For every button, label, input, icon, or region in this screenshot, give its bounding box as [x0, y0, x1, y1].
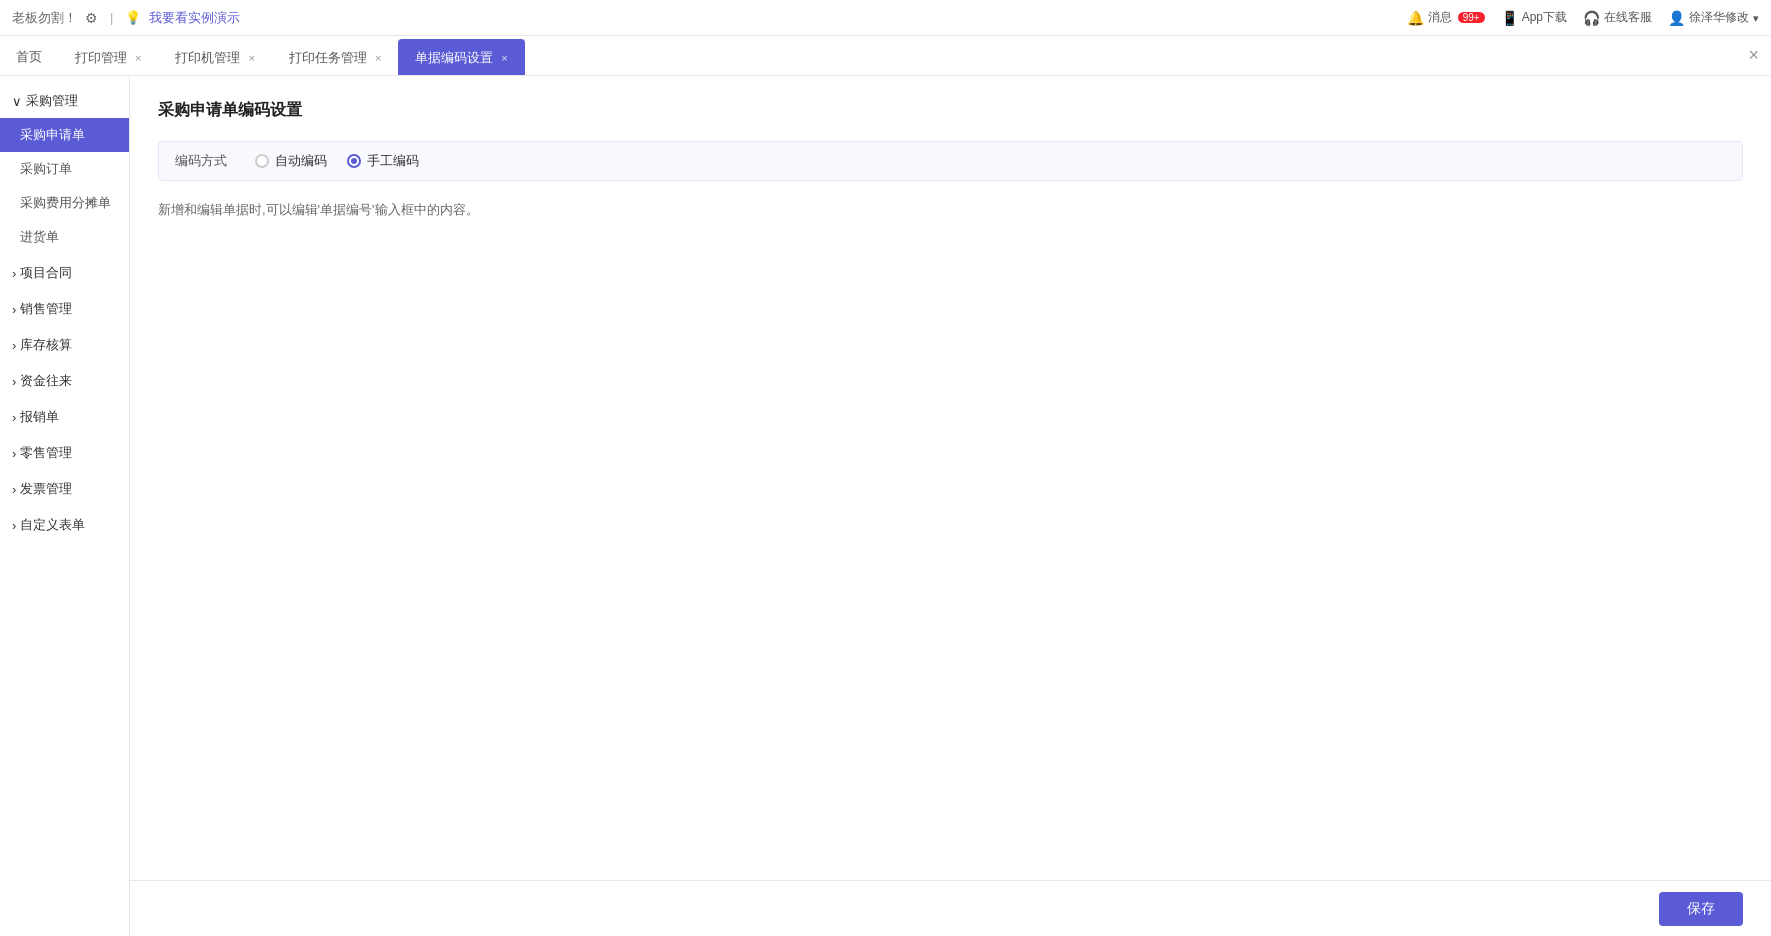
- tab-close-printer-manage[interactable]: ×: [248, 52, 254, 64]
- sidebar-group-capital: › 资金往来: [0, 364, 129, 398]
- brand-text: 老板勿割！: [12, 9, 77, 27]
- notification-label: 消息: [1428, 9, 1452, 26]
- sidebar-group-purchase: ∨ 采购管理 采购申请单 采购订单 采购费用分摊单 进货单: [0, 84, 129, 254]
- radio-manual-label: 手工编码: [367, 152, 419, 170]
- sidebar: ∨ 采购管理 采购申请单 采购订单 采购费用分摊单 进货单 › 项目合同: [0, 76, 130, 936]
- tab-single-code-label: 单据编码设置: [415, 49, 493, 67]
- sidebar-item-stock-in[interactable]: 进货单: [0, 220, 129, 254]
- tab-print-manage-label: 打印管理: [75, 49, 127, 67]
- sidebar-item-purchase-order[interactable]: 采购订单: [0, 152, 129, 186]
- online-service-label: 在线客服: [1604, 9, 1652, 26]
- sidebar-group-sales: › 销售管理: [0, 292, 129, 326]
- sidebar-group-capital-label: 资金往来: [20, 372, 72, 390]
- sidebar-group-returns-label: 报销单: [20, 408, 59, 426]
- sidebar-group-purchase-label: 采购管理: [26, 92, 78, 110]
- radio-auto-label: 自动编码: [275, 152, 327, 170]
- sidebar-item-purchase-request[interactable]: 采购申请单: [0, 118, 129, 152]
- headset-icon: [1583, 10, 1600, 26]
- radio-manual-code[interactable]: 手工编码: [347, 152, 419, 170]
- sidebar-group-custom-form: › 自定义表单: [0, 508, 129, 542]
- settings-icon[interactable]: [85, 10, 98, 26]
- notification-badge: 99+: [1458, 12, 1485, 23]
- sidebar-group-capital-title[interactable]: › 资金往来: [0, 364, 129, 398]
- sidebar-group-sales-label: 销售管理: [20, 300, 72, 318]
- chevron-right-icon6: ›: [12, 446, 16, 461]
- chevron-down-icon: ∨: [12, 94, 22, 109]
- tab-close-print-manage[interactable]: ×: [135, 52, 141, 64]
- sidebar-group-inventory-label: 库存核算: [20, 336, 72, 354]
- sidebar-group-custom-form-label: 自定义表单: [20, 516, 85, 534]
- sidebar-group-invoice: › 发票管理: [0, 472, 129, 506]
- chevron-right-icon8: ›: [12, 518, 16, 533]
- tab-bar: 首页 打印管理 × 打印机管理 × 打印任务管理 × 单据编码设置 × ×: [0, 36, 1771, 76]
- sidebar-group-retail-title[interactable]: › 零售管理: [0, 436, 129, 470]
- bulb-icon: [125, 10, 141, 25]
- user-icon: [1668, 10, 1685, 26]
- sidebar-group-retail-label: 零售管理: [20, 444, 72, 462]
- content-area: 采购申请单编码设置 编码方式 自动编码 手工编码 新增和编辑单据时,可以编辑'单…: [130, 76, 1771, 936]
- chevron-right-icon5: ›: [12, 410, 16, 425]
- sidebar-group-project: › 项目合同: [0, 256, 129, 290]
- sidebar-group-retail: › 零售管理: [0, 436, 129, 470]
- sidebar-item-purchase-request-label: 采购申请单: [20, 127, 85, 142]
- phone-icon: [1501, 10, 1518, 26]
- tab-print-task-label: 打印任务管理: [289, 49, 367, 67]
- content-footer: 保存: [130, 880, 1771, 936]
- content-inner: 采购申请单编码设置 编码方式 自动编码 手工编码 新增和编辑单据时,可以编辑'单…: [130, 76, 1771, 880]
- sidebar-group-sales-title[interactable]: › 销售管理: [0, 292, 129, 326]
- close-all-button[interactable]: ×: [1736, 45, 1771, 66]
- sidebar-item-stock-in-label: 进货单: [20, 229, 59, 244]
- chevron-right-icon2: ›: [12, 302, 16, 317]
- top-bar: 老板勿割！ | 我要看实例演示 消息 99+ App下载 在线客服 徐泽华修改: [0, 0, 1771, 36]
- sidebar-group-inventory-title[interactable]: › 库存核算: [0, 328, 129, 362]
- tab-home[interactable]: 首页: [0, 39, 58, 75]
- online-service-btn[interactable]: 在线客服: [1583, 9, 1652, 26]
- sidebar-group-invoice-label: 发票管理: [20, 480, 72, 498]
- radio-auto-code[interactable]: 自动编码: [255, 152, 327, 170]
- chevron-right-icon: ›: [12, 266, 16, 281]
- encoding-row: 编码方式 自动编码 手工编码: [158, 141, 1743, 181]
- tab-close-single-code[interactable]: ×: [501, 52, 507, 64]
- radio-manual-circle: [347, 154, 361, 168]
- sidebar-group-invoice-title[interactable]: › 发票管理: [0, 472, 129, 506]
- sidebar-group-inventory: › 库存核算: [0, 328, 129, 362]
- hint-text: 新增和编辑单据时,可以编辑'单据编号'输入框中的内容。: [158, 201, 1743, 219]
- tab-single-code[interactable]: 单据编码设置 ×: [398, 39, 524, 75]
- tab-printer-manage[interactable]: 打印机管理 ×: [158, 39, 271, 75]
- demo-link[interactable]: 我要看实例演示: [149, 9, 240, 27]
- top-bar-right: 消息 99+ App下载 在线客服 徐泽华修改: [1407, 9, 1759, 26]
- sidebar-item-purchase-expense[interactable]: 采购费用分摊单: [0, 186, 129, 220]
- tab-close-print-task[interactable]: ×: [375, 52, 381, 64]
- encoding-label: 编码方式: [175, 152, 231, 170]
- chevron-right-icon4: ›: [12, 374, 16, 389]
- user-name: 徐泽华修改: [1689, 9, 1749, 26]
- notification-btn[interactable]: 消息 99+: [1407, 9, 1485, 26]
- radio-group: 自动编码 手工编码: [255, 152, 419, 170]
- sidebar-group-project-title[interactable]: › 项目合同: [0, 256, 129, 290]
- bell-icon: [1407, 10, 1424, 26]
- sidebar-group-project-label: 项目合同: [20, 264, 72, 282]
- save-button[interactable]: 保存: [1659, 892, 1743, 926]
- sidebar-group-returns: › 报销单: [0, 400, 129, 434]
- app-download-label: App下载: [1522, 9, 1567, 26]
- sidebar-group-custom-form-title[interactable]: › 自定义表单: [0, 508, 129, 542]
- radio-auto-circle: [255, 154, 269, 168]
- top-bar-left: 老板勿割！ | 我要看实例演示: [12, 9, 240, 27]
- sidebar-group-purchase-title[interactable]: ∨ 采购管理: [0, 84, 129, 118]
- chevron-right-icon3: ›: [12, 338, 16, 353]
- app-download-btn[interactable]: App下载: [1501, 9, 1567, 26]
- main-layout: ∨ 采购管理 采购申请单 采购订单 采购费用分摊单 进货单 › 项目合同: [0, 76, 1771, 936]
- sidebar-group-returns-title[interactable]: › 报销单: [0, 400, 129, 434]
- sidebar-item-purchase-order-label: 采购订单: [20, 161, 72, 176]
- chevron-right-icon7: ›: [12, 482, 16, 497]
- tab-printer-manage-label: 打印机管理: [175, 49, 240, 67]
- tab-print-manage[interactable]: 打印管理 ×: [58, 39, 158, 75]
- sidebar-item-purchase-expense-label: 采购费用分摊单: [20, 195, 111, 210]
- chevron-down-icon: [1753, 11, 1759, 25]
- tab-home-label: 首页: [16, 48, 42, 66]
- page-title: 采购申请单编码设置: [158, 100, 1743, 121]
- tab-print-task[interactable]: 打印任务管理 ×: [272, 39, 398, 75]
- user-menu[interactable]: 徐泽华修改: [1668, 9, 1759, 26]
